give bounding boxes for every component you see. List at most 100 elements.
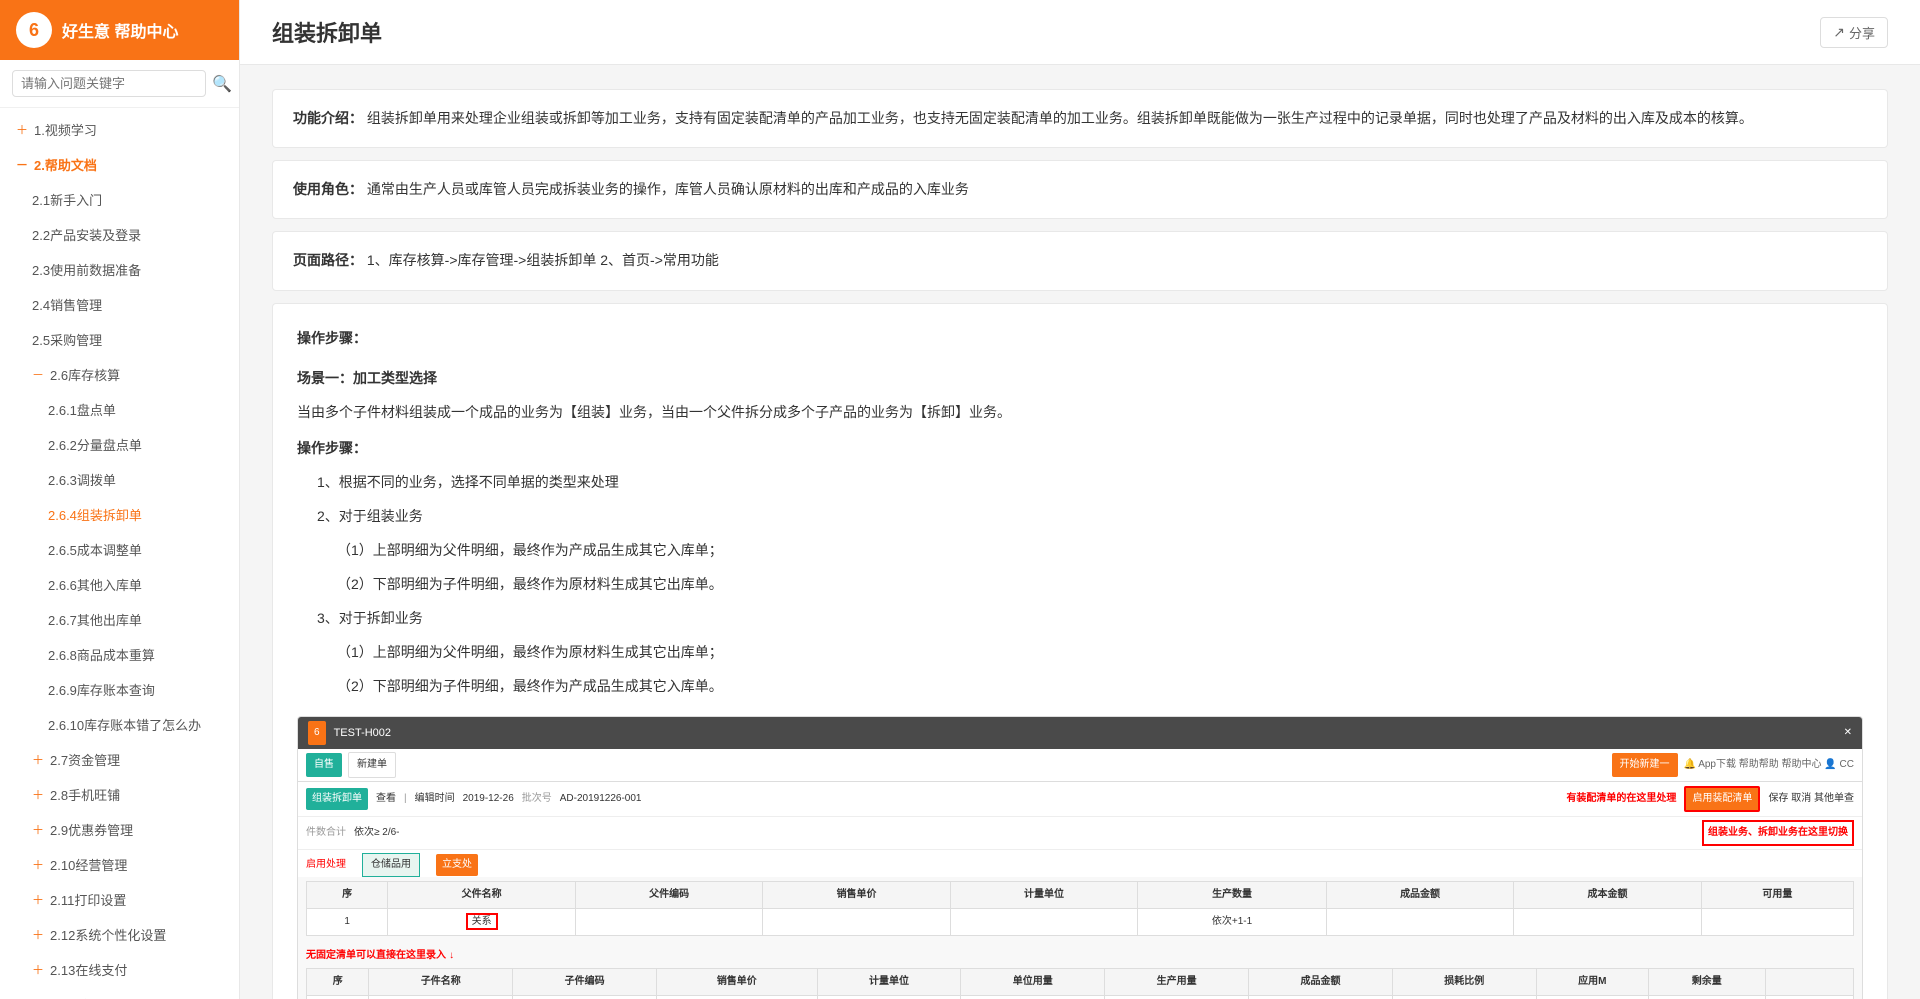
- sidebar-item-stockerr-label: 2.6.10库存账本错了怎么办: [48, 715, 201, 734]
- sidebar-item-faq[interactable]: ＋ 2.14常见问题: [0, 987, 239, 999]
- sidebar-item-new[interactable]: 2.1新手入门: [0, 182, 239, 217]
- minus-icon-2: －: [32, 366, 44, 383]
- sc-toolbar: 自售 新建单 开始新建一 🔔 App下载 帮助帮助 帮助中心 👤 CC: [298, 749, 1862, 782]
- sc-annotation5-row: 无固定清单可以直接在这里录入 ↓: [306, 944, 1854, 966]
- path-text: 1、库存核算->库存管理->组装拆卸单 2、首页->常用功能: [367, 252, 719, 268]
- sidebar-item-sales-label: 2.4销售管理: [32, 295, 102, 314]
- sc-td-unit1: [950, 908, 1137, 935]
- main-area: 组装拆卸单 ↗ 分享 功能介绍： 组装拆卸单用来处理企业组装或拆卸等加工业务，支…: [240, 0, 1920, 999]
- sidebar-item-video[interactable]: ＋ 1.视频学习: [0, 112, 239, 147]
- sc-td-parent-name: 关系: [388, 908, 575, 935]
- sc-th-prod-amt2: 成品金额: [1249, 968, 1393, 995]
- sc-td-seq1: 1: [307, 908, 388, 935]
- sidebar-item-sales[interactable]: 2.4销售管理: [0, 287, 239, 322]
- sidebar-item-new-label: 2.1新手入门: [32, 190, 102, 209]
- sc-td-loss-ratio-1: 0.00: [1392, 995, 1536, 999]
- sidebar-item-adjust[interactable]: 2.6.3调拨单: [0, 462, 239, 497]
- plus-icon-2: ＋: [32, 751, 44, 768]
- sidebar-item-operation[interactable]: ＋ 2.10经营管理: [0, 847, 239, 882]
- search-icon[interactable]: 🔍: [212, 74, 232, 94]
- sc-setbtn[interactable]: 立支处: [436, 854, 478, 876]
- sc-td-avail: [1701, 908, 1853, 935]
- sidebar-item-install[interactable]: 2.2产品安装及登录: [0, 217, 239, 252]
- step2-2: （2）下部明细为子件明细，最终作为原材料生成其它出库单。: [297, 570, 1863, 598]
- sidebar-item-data[interactable]: 2.3使用前数据准备: [0, 252, 239, 287]
- sc-td-child-name-1: 周板 1: [369, 995, 513, 999]
- sc-tab-newbill[interactable]: 新建单: [348, 752, 396, 778]
- sidebar-item-stockcheck-label: 2.6.9库存账本查询: [48, 680, 155, 699]
- share-button[interactable]: ↗ 分享: [1820, 17, 1888, 48]
- sc-lower-table-container: 无固定清单可以直接在这里录入 ↓ 序 子件名称 子件编码 销售单价 计量单位 单…: [298, 940, 1862, 999]
- sidebar-item-payment[interactable]: ＋ 2.13在线支付: [0, 952, 239, 987]
- sc-th-seq1: 序: [307, 881, 388, 908]
- sidebar-item-coupon[interactable]: ＋ 2.9优惠券管理: [0, 812, 239, 847]
- step3: 3、对于拆卸业务: [297, 604, 1863, 632]
- sidebar-item-assembly-label: 2.6.4组装拆卸单: [48, 505, 142, 524]
- ops-steps-title: 操作步骤：: [297, 434, 1863, 462]
- sidebar-item-stocktake[interactable]: 2.6.1盘点单: [0, 392, 239, 427]
- scene-title: 场景一：加工类型选择: [297, 364, 1863, 392]
- sc-tab-zishou[interactable]: 自售: [306, 753, 342, 777]
- sc-td-qty-prod: 依次+1-1: [1138, 908, 1327, 935]
- plus-icon-4: ＋: [32, 821, 44, 838]
- sidebar-item-mobile[interactable]: ＋ 2.8手机旺铺: [0, 777, 239, 812]
- sc-th-parent-code: 父件编码: [575, 881, 762, 908]
- sidebar-item-purchase[interactable]: 2.5采购管理: [0, 322, 239, 357]
- sc-btn-new[interactable]: 开始新建一: [1612, 753, 1678, 777]
- ops-title: 操作步骤：: [297, 324, 1863, 352]
- share-label: 分享: [1849, 23, 1875, 42]
- arrow-down: ↓: [449, 950, 454, 961]
- func-intro-text: 组装拆卸单用来处理企业组装或拆卸等加工业务，支持有固定装配清单的产品加工业务，也…: [367, 110, 1753, 126]
- sidebar-item-customize[interactable]: ＋ 2.12系统个性化设置: [0, 917, 239, 952]
- sc-td-price2-1: 依次+1-+1: [657, 995, 818, 999]
- sidebar-item-assembly[interactable]: 2.6.4组装拆卸单: [0, 497, 239, 532]
- role-text: 通常由生产人员或库管人员完成拆装业务的操作，库管人员确认原材料的出库和产成品的入…: [367, 181, 969, 197]
- sidebar-item-stockerr[interactable]: 2.6.10库存账本错了怎么办: [0, 707, 239, 742]
- sidebar-item-costcalc[interactable]: 2.6.8商品成本重算: [0, 637, 239, 672]
- step1: 1、根据不同的业务，选择不同单据的类型来处理: [297, 468, 1863, 496]
- sc-count-label: 件数合计: [306, 823, 346, 843]
- scene-desc: 当由多个子件材料组装成一个成品的业务为【组装】业务，当由一个父件拆分成多个子产品…: [297, 398, 1863, 426]
- path-label: 页面路径：: [293, 252, 363, 268]
- sidebar-item-otherinbound[interactable]: 2.6.6其他入库单: [0, 567, 239, 602]
- sc-upper-table-container: 序 父件名称 父件编码 销售单价 计量单位 生产数量 成品金额 成本金额 可用量: [298, 877, 1862, 940]
- sc-th-price2: 销售单价: [657, 968, 818, 995]
- sidebar-item-otheroutbound-label: 2.6.7其他出库单: [48, 610, 142, 629]
- sc-form-btn1: 查看: [376, 789, 396, 809]
- minus-icon: －: [16, 156, 28, 173]
- sidebar-item-payment-label: 2.13在线支付: [50, 960, 127, 979]
- sidebar-header: 6 好生意 帮助中心: [0, 0, 239, 60]
- step2-1: （1）上部明细为父件明细，最终作为产成品生成其它入库单；: [297, 536, 1863, 564]
- sidebar-item-inventory-label: 2.6库存核算: [50, 365, 120, 384]
- role-card: 使用角色： 通常由生产人员或库管人员完成拆装业务的操作，库管人员确认原材料的出库…: [272, 160, 1888, 219]
- sidebar-item-docs[interactable]: － 2.帮助文档: [0, 147, 239, 182]
- sidebar-item-purchase-label: 2.5采购管理: [32, 330, 102, 349]
- sc-form-date: 2019-12-26: [463, 789, 514, 809]
- sidebar-item-print[interactable]: ＋ 2.11打印设置: [0, 882, 239, 917]
- sc-annotation-btn1[interactable]: 启用装配清单: [1684, 786, 1760, 812]
- sidebar-item-install-label: 2.2产品安装及登录: [32, 225, 141, 244]
- sidebar-item-stockcheck[interactable]: 2.6.9库存账本查询: [0, 672, 239, 707]
- sidebar-item-partial[interactable]: 2.6.2分量盘点单: [0, 427, 239, 462]
- sc-th-price1: 销售单价: [763, 881, 950, 908]
- sidebar-item-finance[interactable]: ＋ 2.7资金管理: [0, 742, 239, 777]
- sc-titlebar: 6 TEST-H002 ✕: [298, 717, 1862, 749]
- search-input[interactable]: [12, 70, 206, 97]
- sc-subform: 件数合计 依次≥ 2/6- 组装业务、拆卸业务在这里切换: [298, 817, 1862, 850]
- sc-form-type: 组装拆卸单: [306, 788, 368, 810]
- sidebar-item-otheroutbound[interactable]: 2.6.7其他出库单: [0, 602, 239, 637]
- step3-2: （2）下部明细为子件明细，最终作为产成品生成其它入库单。: [297, 672, 1863, 700]
- sidebar-item-coupon-label: 2.9优惠券管理: [50, 820, 133, 839]
- sidebar-item-otherinbound-label: 2.6.6其他入库单: [48, 575, 142, 594]
- sidebar: 6 好生意 帮助中心 🔍 ＋ 1.视频学习 － 2.帮助文档 2.1新手入门 2…: [0, 0, 240, 999]
- sidebar-item-costadj[interactable]: 2.6.5成本调整单: [0, 532, 239, 567]
- sc-more-btns: 保存 取消 其他单查: [1768, 789, 1854, 809]
- sc-form-batchno: AD-20191226-001: [560, 789, 642, 809]
- sc-th-seq2: 序: [307, 968, 369, 995]
- sc-td-price1: [763, 908, 950, 935]
- sidebar-title: 好生意 帮助中心: [62, 18, 178, 42]
- path-card: 页面路径： 1、库存核算->库存管理->组装拆卸单 2、首页->常用功能: [272, 231, 1888, 290]
- sc-td-prod-amt2-1: 0.00: [1249, 995, 1393, 999]
- sc-td-parent-code: [575, 908, 762, 935]
- sidebar-item-inventory[interactable]: － 2.6库存核算: [0, 357, 239, 392]
